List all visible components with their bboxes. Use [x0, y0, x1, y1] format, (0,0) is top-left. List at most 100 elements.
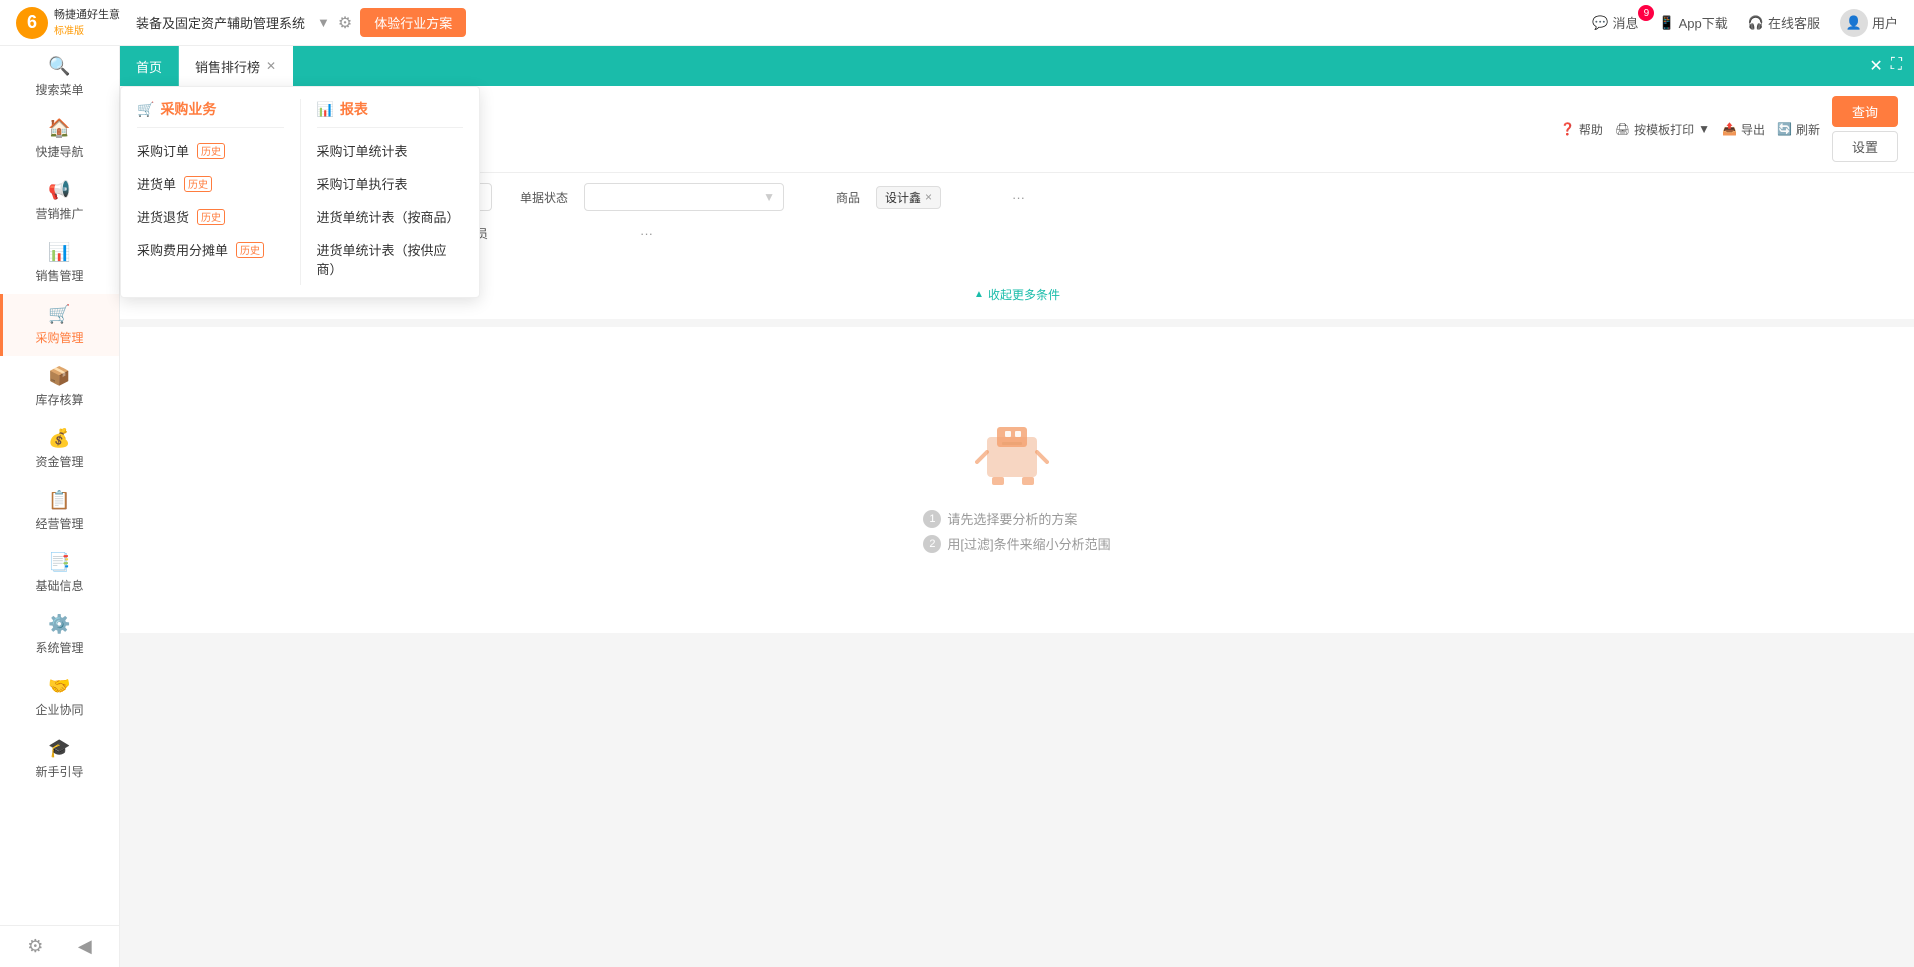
message-label: 消息 — [1612, 16, 1638, 31]
refresh-label: 刷新 — [1796, 121, 1820, 138]
sidebar-label-search: 搜索菜单 — [35, 81, 83, 98]
avatar: 👤 — [1840, 9, 1868, 37]
empty-tip-2: 2 用[过滤]条件来缩小分析范围 — [923, 534, 1110, 553]
home-icon: 🏠 — [48, 118, 70, 139]
dropdown-item-purchase-order[interactable]: 采购订单 历史 — [137, 134, 284, 167]
refresh-btn[interactable]: 🔄 刷新 — [1777, 121, 1820, 138]
sidebar-item-search[interactable]: 🔍 搜索菜单 — [0, 46, 119, 108]
tab-close-icon[interactable]: ✕ — [266, 59, 276, 73]
purchase-col-icon: 🛒 — [137, 101, 154, 118]
empty-tips: 1 请先选择要分析的方案 2 用[过滤]条件来缩小分析范围 — [923, 509, 1110, 553]
topbar-middle: 装备及固定资产辅助管理系统 ▼ ⚙ 体验行业方案 — [136, 8, 1592, 37]
sys-name: 装备及固定资产辅助管理系统 — [136, 13, 305, 32]
purchase-order-label: 采购订单 — [137, 141, 189, 160]
report-col-label: 报表 — [340, 99, 368, 119]
sidebar-item-quick[interactable]: 🏠 快捷导航 — [0, 108, 119, 170]
sidebar-item-guide[interactable]: 🎓 新手引导 — [0, 728, 119, 790]
export-label: 导出 — [1741, 121, 1765, 138]
message-btn[interactable]: 💬 消息 9 — [1592, 13, 1638, 32]
report-col-title: 📊 报表 — [317, 99, 464, 128]
sys-dropdown-icon[interactable]: ▼ — [317, 15, 330, 30]
win-maximize-icon[interactable]: ⛶ — [1891, 56, 1902, 76]
empty-tip-1: 1 请先选择要分析的方案 — [923, 509, 1110, 528]
refresh-icon: 🔄 — [1777, 122, 1792, 136]
user-btn[interactable]: 👤 用户 — [1840, 9, 1898, 37]
guide-icon: 🎓 — [48, 738, 70, 759]
sidebar-item-sales[interactable]: 📊 销售管理 — [0, 232, 119, 294]
sidebar-settings-icon[interactable]: ⚙ — [27, 936, 43, 957]
report-col: 📊 报表 采购订单统计表 采购订单执行表 进货单统计表（按商品） 进货单统计表（… — [301, 99, 480, 285]
sidebar-item-purchase[interactable]: 🛒 采购管理 — [0, 294, 119, 356]
trial-button[interactable]: 体验行业方案 — [360, 8, 466, 37]
sidebar-item-cooperation[interactable]: 🤝 企业协同 — [0, 666, 119, 728]
user-label: 用户 — [1872, 13, 1898, 32]
dropdown-item-goods-in[interactable]: 进货单 历史 — [137, 167, 284, 200]
export-btn[interactable]: 📤 导出 — [1722, 121, 1765, 138]
app-label: App下载 — [1679, 13, 1728, 32]
capital-icon: 💰 — [48, 428, 70, 449]
app-download-btn[interactable]: 📱 App下载 — [1658, 13, 1727, 32]
dropdown-item-report-2[interactable]: 采购订单执行表 — [317, 167, 464, 200]
marketing-icon: 📢 — [48, 180, 70, 201]
operation-icon: 📋 — [48, 490, 70, 511]
help-icon: ❓ — [1560, 122, 1575, 136]
dropdown-item-report-1[interactable]: 采购订单统计表 — [317, 134, 464, 167]
tip1-text: 请先选择要分析的方案 — [947, 509, 1077, 528]
print-dropdown-icon[interactable]: ▼ — [1698, 122, 1710, 136]
sidebar-item-basic[interactable]: 📑 基础信息 — [0, 542, 119, 604]
dropdown-item-report-3[interactable]: 进货单统计表（按商品） — [317, 200, 464, 233]
query-button[interactable]: 查询 — [1832, 96, 1898, 127]
topbar: 6 畅捷通好生意 标准版 装备及固定资产辅助管理系统 ▼ ⚙ 体验行业方案 💬 … — [0, 0, 1914, 46]
sidebar-item-capital[interactable]: 💰 资金管理 — [0, 418, 119, 480]
dropdown-item-goods-return[interactable]: 进货退货 历史 — [137, 200, 284, 233]
report-1-label: 采购订单统计表 — [317, 141, 408, 160]
settings-icon[interactable]: ⚙ — [338, 13, 352, 33]
tip1-num: 1 — [923, 510, 941, 528]
sidebar-label-purchase: 采购管理 — [35, 329, 83, 346]
staff-more[interactable]: ··· — [640, 226, 653, 241]
sidebar-label-operation: 经营管理 — [35, 515, 83, 532]
print-btn[interactable]: 🖨 按模板打印 ▼ — [1615, 121, 1710, 138]
service-btn[interactable]: 🎧 在线客服 — [1748, 13, 1820, 32]
empty-illustration — [972, 407, 1062, 497]
status-select[interactable]: ▼ — [584, 183, 784, 211]
report-4-label: 进货单统计表（按供应商） — [317, 240, 464, 278]
sidebar-collapse-icon[interactable]: ◀ — [78, 936, 92, 957]
brand-tag: 标准版 — [54, 22, 120, 37]
set-button[interactable]: 设置 — [1832, 131, 1898, 162]
cooperation-icon: 🤝 — [48, 676, 70, 697]
search-icon: 🔍 — [48, 56, 70, 77]
history-tag-0: 历史 — [197, 143, 225, 159]
dropdown-item-report-4[interactable]: 进货单统计表（按供应商） — [317, 233, 464, 285]
sales-icon: 📊 — [48, 242, 70, 263]
collapse-icon: ▲ — [974, 289, 984, 300]
purchase-col-title: 🛒 采购业务 — [137, 99, 284, 128]
print-icon: 🖨 — [1615, 122, 1630, 136]
history-tag-3: 历史 — [236, 242, 264, 258]
goods-tag-remove[interactable]: × — [925, 190, 932, 204]
basic-icon: 📑 — [48, 552, 70, 573]
sidebar-item-system[interactable]: ⚙️ 系统管理 — [0, 604, 119, 666]
sidebar-label-system: 系统管理 — [35, 639, 83, 656]
goods-return-label: 进货退货 — [137, 207, 189, 226]
logo-area: 6 畅捷通好生意 标准版 — [16, 7, 136, 39]
sidebar-item-operation[interactable]: 📋 经营管理 — [0, 480, 119, 542]
sidebar-item-inventory[interactable]: 📦 库存核算 — [0, 356, 119, 418]
mobile-icon: 📱 — [1658, 15, 1674, 31]
sidebar-label-marketing: 营销推广 — [35, 205, 83, 222]
goods-more[interactable]: ··· — [1012, 190, 1025, 205]
history-tag-2: 历史 — [197, 209, 225, 225]
dropdown-item-purchase-cost[interactable]: 采购费用分摊单 历史 — [137, 233, 284, 266]
inventory-icon: 📦 — [48, 366, 70, 387]
tab-home[interactable]: 首页 — [120, 46, 179, 86]
help-btn[interactable]: ❓ 帮助 — [1560, 121, 1603, 138]
sidebar: 🔍 搜索菜单 🏠 快捷导航 📢 营销推广 📊 销售管理 🛒 采购管理 📦 库存核… — [0, 46, 120, 967]
sidebar-label-quick: 快捷导航 — [35, 143, 83, 160]
report-2-label: 采购订单执行表 — [317, 174, 408, 193]
help-label: 帮助 — [1579, 121, 1603, 138]
win-close-icon[interactable]: ✕ — [1869, 56, 1882, 76]
purchase-col-label: 采购业务 — [160, 99, 216, 119]
tab-sales-rank[interactable]: 销售排行榜 ✕ — [179, 46, 293, 86]
tab-home-label: 首页 — [136, 57, 162, 76]
sidebar-item-marketing[interactable]: 📢 营销推广 — [0, 170, 119, 232]
